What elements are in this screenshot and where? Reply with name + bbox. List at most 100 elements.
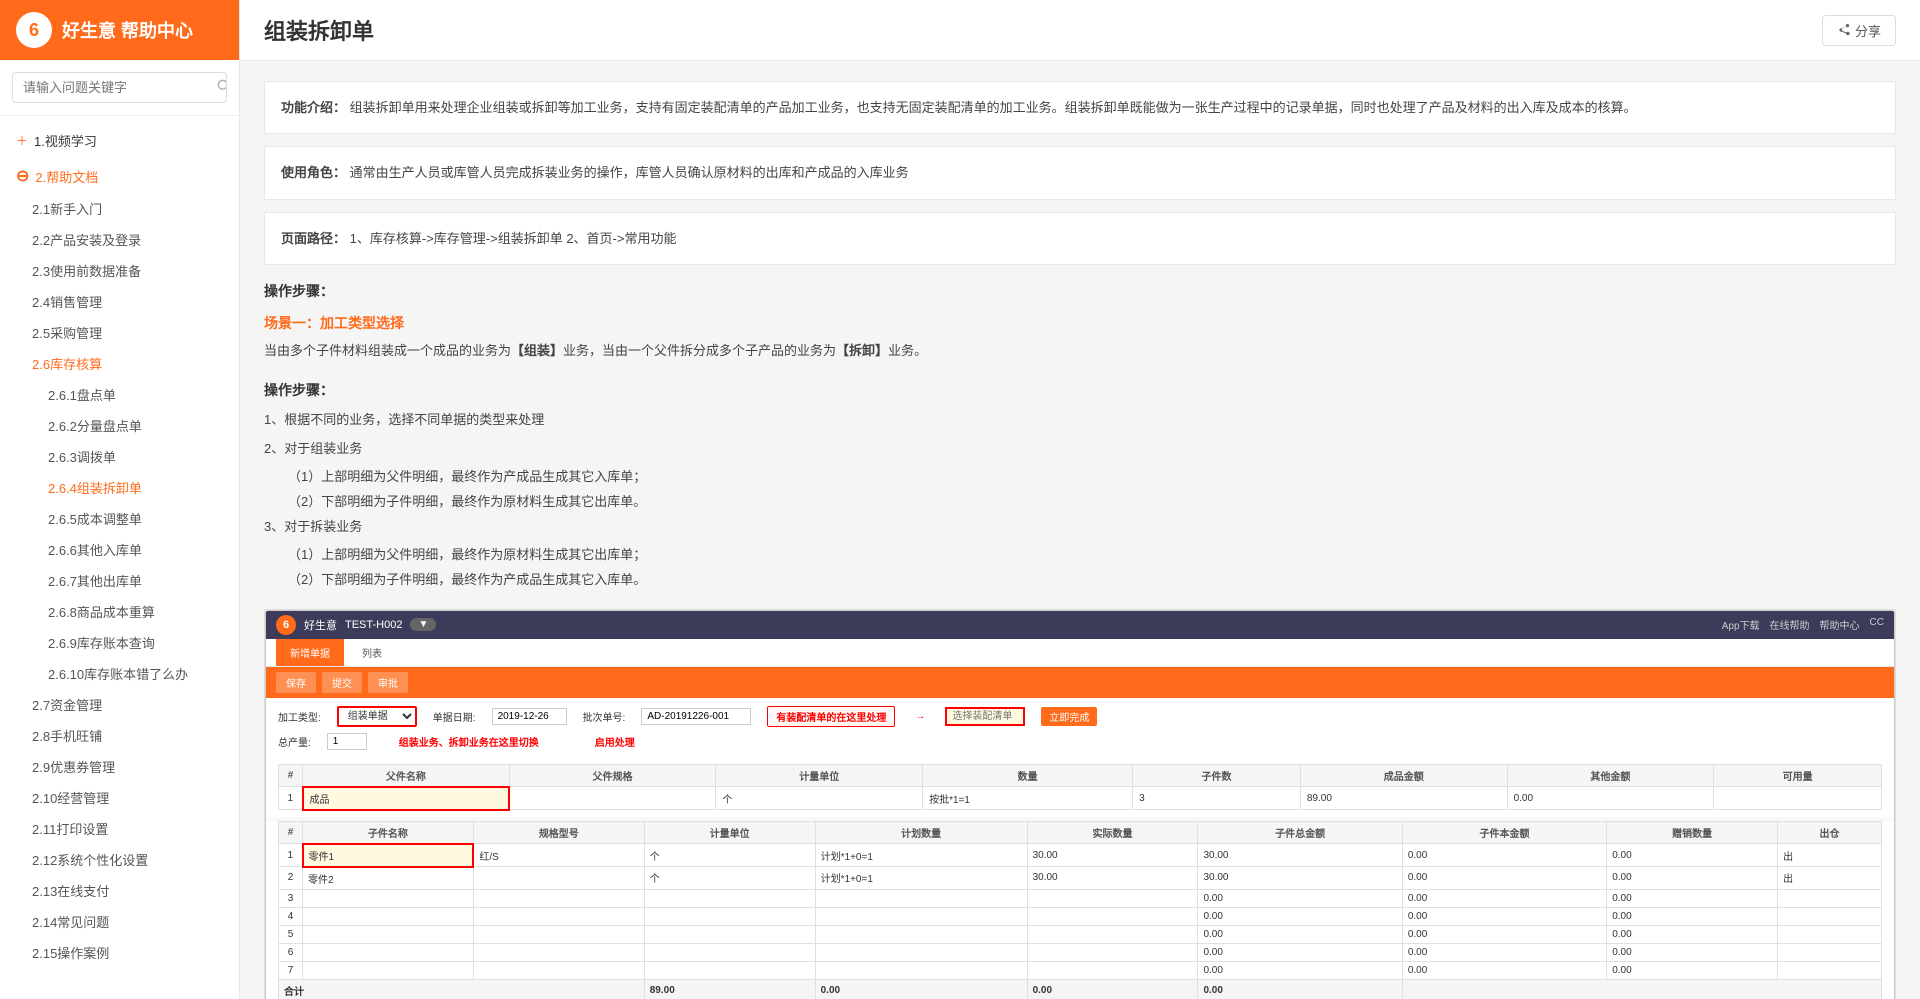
mock-btn-submit[interactable]: 提交 <box>322 672 362 693</box>
sidebar-item-2-6-9[interactable]: 2.6.9库存账本查询 <box>0 627 239 658</box>
sidebar-item-2-6-1[interactable]: 2.6.1盘点单 <box>0 379 239 410</box>
mock-bth-name: 子件名称 <box>303 821 474 844</box>
mock-tab-list[interactable]: 列表 <box>348 639 396 666</box>
mock-btd-unit3 <box>644 889 815 907</box>
table-row: 1 零件1 红/S 个 计划*1+0=1 30.00 30.00 0.00 0.… <box>279 844 1882 867</box>
mock-btd-actualqty1: 30.00 <box>1027 844 1198 867</box>
mock-table-footer: 合计 89.00 0.00 0.00 0.00 <box>279 979 1882 999</box>
mock-tab-new[interactable]: 新增单据 <box>276 639 344 666</box>
sidebar-item-2-6-2[interactable]: 2.6.2分量盘点单 <box>0 410 239 441</box>
mock-btd-out6 <box>1778 943 1882 961</box>
sidebar-item-2-5[interactable]: 2.5采购管理 <box>0 317 239 348</box>
mock-th-parent-spec: 父件规格 <box>509 764 716 787</box>
mock-bth-gift-qty: 赠销数量 <box>1607 821 1778 844</box>
mock-btd-actualqty5 <box>1027 925 1198 943</box>
mock-input-qty[interactable] <box>327 733 367 750</box>
mock-btd-unit4 <box>644 907 815 925</box>
mock-btd-out2: 出 <box>1778 867 1882 890</box>
page-title: 组装拆卸单 <box>264 14 374 46</box>
mock-th-child-qty: 子件数 <box>1133 764 1301 787</box>
mock-select-type[interactable]: 组装单据 拆卸单据 <box>337 706 417 727</box>
mock-btd-out5 <box>1778 925 1882 943</box>
mock-btd-name3 <box>303 889 474 907</box>
mock-btd-name2: 零件2 <box>303 867 474 890</box>
sidebar-item-label: 1.视频学习 <box>34 131 97 150</box>
sidebar-item-2-9[interactable]: 2.9优惠券管理 <box>0 751 239 782</box>
sidebar-item-label: 2.帮助文档 <box>35 167 98 186</box>
step-1: 1、根据不同的业务，选择不同单据的类型来处理 <box>264 408 1896 433</box>
search-input[interactable] <box>13 74 209 101</box>
mock-link-app: App下载 <box>1722 617 1760 632</box>
sidebar-item-2-11[interactable]: 2.11打印设置 <box>0 813 239 844</box>
scenario1-section: 场景一：加工类型选择 当由多个子件材料组装成一个成品的业务为【组装】业务，当由一… <box>264 313 1896 593</box>
mock-input-date[interactable] <box>492 708 567 725</box>
mock-td-otheramt: 0.00 <box>1507 787 1714 810</box>
expand-icon: ＋ <box>16 132 28 149</box>
sidebar-item-2-13[interactable]: 2.13在线支付 <box>0 875 239 906</box>
table-row: 2 零件2 个 计划*1+0=1 30.00 30.00 0.00 0.00 出 <box>279 867 1882 890</box>
sidebar-item-2-6-4[interactable]: 2.6.4组装拆卸单 <box>0 472 239 503</box>
mock-btn-confirm[interactable]: 立即完成 <box>1041 707 1097 726</box>
mock-btd-totalamt7: 0.00 <box>1198 961 1402 979</box>
mock-btd-no3: 3 <box>279 889 303 907</box>
mock-btd-out1: 出 <box>1778 844 1882 867</box>
sidebar-item-2-10[interactable]: 2.10经营管理 <box>0 782 239 813</box>
scenario1-steps-title: 操作步骤： <box>264 380 1896 400</box>
mock-toolbar: 保存 提交 审批 <box>266 667 1894 698</box>
mock-table-bottom-wrapper: # 子件名称 规格型号 计量单位 计划数量 实际数量 子件总金额 子件本金额 赠… <box>266 821 1894 999</box>
sidebar-item-2-6-7[interactable]: 2.6.7其他出库单 <box>0 565 239 596</box>
mock-btd-planqty7 <box>815 961 1027 979</box>
mock-btd-out7 <box>1778 961 1882 979</box>
sidebar-item-2-6-10[interactable]: 2.6.10库存账本错了么办 <box>0 658 239 689</box>
mock-btd-out3 <box>1778 889 1882 907</box>
mock-label-type: 加工类型: <box>278 709 321 724</box>
sidebar-item-2-7[interactable]: 2.7资金管理 <box>0 689 239 720</box>
sidebar-item-2-15[interactable]: 2.15操作案例 <box>0 937 239 968</box>
sidebar-item-help[interactable]: ⊖ 2.帮助文档 <box>0 159 239 193</box>
search-icon <box>217 79 227 93</box>
sidebar-item-2-4[interactable]: 2.4销售管理 <box>0 286 239 317</box>
mock-btd-giftqty6: 0.00 <box>1607 943 1778 961</box>
search-button[interactable] <box>209 73 227 102</box>
mock-input-bom[interactable] <box>945 707 1025 726</box>
mock-btd-spec4 <box>473 907 644 925</box>
sidebar-item-2-6-5[interactable]: 2.6.5成本调整单 <box>0 503 239 534</box>
mock-td-name: 成品 <box>303 787 510 810</box>
page-path-label: 页面路径： <box>281 231 346 246</box>
sidebar-item-2-6-6[interactable]: 2.6.6其他入库单 <box>0 534 239 565</box>
mock-td-unit: 个 <box>716 787 923 810</box>
mock-btd-giftqty3: 0.00 <box>1607 889 1778 907</box>
mock-form-area: 加工类型: 组装单据 拆卸单据 单据日期: 批次单号: 有装配清单的在这里处理 … <box>266 698 1894 764</box>
mock-btn-save[interactable]: 保存 <box>276 672 316 693</box>
share-button[interactable]: 分享 <box>1822 15 1896 46</box>
mock-input-batchno[interactable] <box>641 708 751 725</box>
mock-btd-spec3 <box>473 889 644 907</box>
mock-table-bottom: # 子件名称 规格型号 计量单位 计划数量 实际数量 子件总金额 子件本金额 赠… <box>278 821 1882 999</box>
sidebar-item-2-6-3[interactable]: 2.6.3调拨单 <box>0 441 239 472</box>
mock-btn-approve[interactable]: 审批 <box>368 672 408 693</box>
table-row: 3 0.00 0.00 0.00 <box>279 889 1882 907</box>
sidebar-item-2-1[interactable]: 2.1新手入门 <box>0 193 239 224</box>
sidebar-item-2-6[interactable]: 2.6库存核算 <box>0 348 239 379</box>
sidebar-item-2-8[interactable]: 2.8手机旺铺 <box>0 720 239 751</box>
mock-btd-unit2: 个 <box>644 867 815 890</box>
sidebar-item-video[interactable]: ＋ 1.视频学习 <box>0 124 239 157</box>
sidebar-item-2-6-8[interactable]: 2.6.8商品成本重算 <box>0 596 239 627</box>
mock-footer-v1: 89.00 <box>644 979 815 999</box>
mock-btd-giftqty1: 0.00 <box>1607 844 1778 867</box>
sidebar-item-2-14[interactable]: 2.14常见问题 <box>0 906 239 937</box>
nav-group-2: ⊖ 2.帮助文档 2.1新手入门 2.2产品安装及登录 2.3使用前数据准备 2… <box>0 159 239 968</box>
page-header: 组装拆卸单 分享 <box>240 0 1920 61</box>
mock-table-top: # 父件名称 父件规格 计量单位 数量 子件数 成品金额 其他金额 可用量 <box>278 764 1882 811</box>
step-3-2: （2）下部明细为子件明细，最终作为产成品生成其它入库单。 <box>288 568 1896 593</box>
mock-btd-totalamt2: 30.00 <box>1198 867 1402 890</box>
mock-td-prodamt: 89.00 <box>1300 787 1507 810</box>
feature-intro-text: 组装拆卸单用来处理企业组装或拆卸等加工业务，支持有固定装配清单的产品加工业务，也… <box>350 100 1637 115</box>
sidebar-item-2-2[interactable]: 2.2产品安装及登录 <box>0 224 239 255</box>
sidebar-item-2-3[interactable]: 2.3使用前数据准备 <box>0 255 239 286</box>
sidebar-item-2-12[interactable]: 2.12系统个性化设置 <box>0 844 239 875</box>
mock-btd-totalamt5: 0.00 <box>1198 925 1402 943</box>
mock-btd-name7 <box>303 961 474 979</box>
mock-btd-totalamt6: 0.00 <box>1198 943 1402 961</box>
mock-bth-plan-qty: 计划数量 <box>815 821 1027 844</box>
